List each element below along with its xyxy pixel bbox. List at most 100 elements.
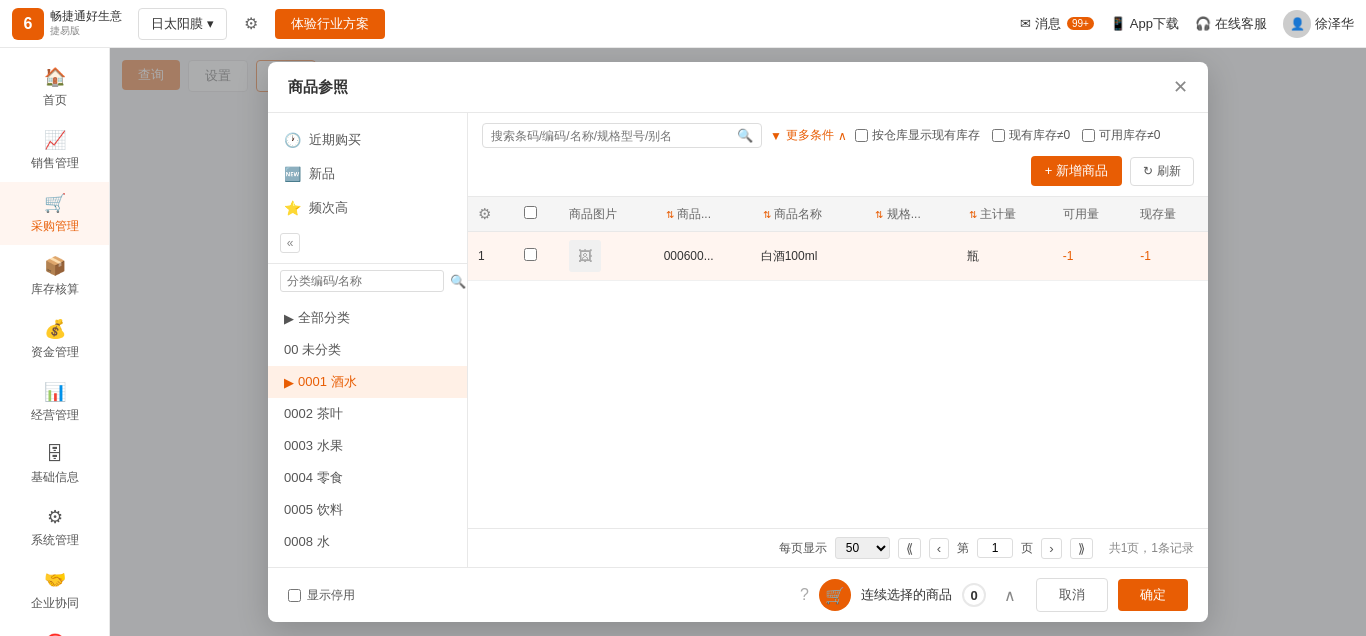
- app-download-label: App下载: [1130, 15, 1179, 33]
- page-last-btn[interactable]: ⟫: [1070, 538, 1093, 559]
- footer-collapse-btn[interactable]: ∧: [996, 581, 1024, 609]
- category-liquor-label: 0001 酒水: [298, 373, 357, 391]
- try-button[interactable]: 体验行业方案: [275, 9, 385, 39]
- category-tea-label: 0002 茶叶: [284, 405, 343, 423]
- page-next-btn[interactable]: ›: [1041, 538, 1061, 559]
- modal-close-icon[interactable]: ✕: [1173, 76, 1188, 98]
- refresh-button[interactable]: ↻ 刷新: [1130, 157, 1194, 186]
- th-spec[interactable]: ⇅ 规格...: [863, 197, 956, 232]
- tab-high-frequency[interactable]: ⭐ 频次高: [268, 191, 467, 225]
- category-search-input[interactable]: [280, 270, 444, 292]
- guide-icon: 🎯: [44, 632, 66, 636]
- sidebar-label-inventory: 库存核算: [31, 281, 79, 298]
- online-service-item[interactable]: 🎧 在线客服: [1195, 15, 1267, 33]
- current-stock-checkbox[interactable]: [992, 129, 1005, 142]
- footer-center: ? 🛒 连续选择的商品 0 ∧: [800, 579, 1024, 611]
- modal-footer: 显示停用 ? 🛒 连续选择的商品 0 ∧ 取消: [268, 567, 1208, 622]
- display-disabled-checkbox[interactable]: [288, 589, 301, 602]
- page-first-btn[interactable]: ⟪: [898, 538, 921, 559]
- modal-overlay: 商品参照 ✕ 🕐 近期购买 🆕: [110, 48, 1366, 636]
- sort-icon-name: ⇅: [763, 209, 771, 220]
- category-snack[interactable]: 0004 零食: [268, 462, 467, 494]
- phone-icon: 📱: [1110, 16, 1126, 31]
- th-code[interactable]: ⇅ 商品...: [654, 197, 751, 232]
- page-prev-btn[interactable]: ‹: [929, 538, 949, 559]
- sidebar-item-finance[interactable]: 💰 资金管理: [0, 308, 109, 371]
- category-all[interactable]: ▶ 全部分类: [268, 302, 467, 334]
- product-search-box: 🔍: [482, 123, 762, 148]
- product-table-area: ⚙ 商品图片: [468, 197, 1208, 528]
- checkbox-current-stock[interactable]: 现有库存≠0: [992, 127, 1070, 144]
- sidebar-item-basic-info[interactable]: 🗄 基础信息: [0, 434, 109, 496]
- column-settings-icon[interactable]: ⚙: [478, 205, 491, 222]
- confirm-button[interactable]: 确定: [1118, 579, 1188, 611]
- tab-freq-label: 频次高: [309, 199, 348, 217]
- category-unclassified[interactable]: 00 未分类: [268, 334, 467, 366]
- filter-button[interactable]: ▼ 更多条件 ∧: [770, 127, 847, 144]
- selection-count: 0: [970, 588, 977, 603]
- th-unit[interactable]: ⇅ 主计量: [957, 197, 1053, 232]
- modal-header: 商品参照 ✕: [268, 62, 1208, 113]
- search-icon[interactable]: 🔍: [450, 274, 466, 289]
- category-liquor[interactable]: ▶ 0001 酒水: [268, 366, 467, 398]
- sidebar-label-finance: 资金管理: [31, 344, 79, 361]
- settings-icon[interactable]: ⚙: [235, 8, 267, 40]
- top-right-area: ✉ 消息 99+ 📱 App下载 🎧 在线客服 👤 徐泽华: [1020, 10, 1354, 38]
- sidebar-item-home[interactable]: 🏠 首页: [0, 56, 109, 119]
- product-search-icon[interactable]: 🔍: [737, 128, 753, 143]
- sidebar-label-sales: 销售管理: [31, 155, 79, 172]
- sidebar-item-enterprise[interactable]: 🤝 企业协同: [0, 559, 109, 622]
- available-stock-checkbox[interactable]: [1082, 129, 1095, 142]
- th-available: 可用量: [1053, 197, 1131, 232]
- th-code-label: 商品...: [677, 207, 711, 221]
- checkbox-available-stock[interactable]: 可用库存≠0: [1082, 127, 1160, 144]
- add-product-button[interactable]: + 新增商品: [1031, 156, 1122, 186]
- tab-new-products[interactable]: 🆕 新品: [268, 157, 467, 191]
- row-checkbox[interactable]: [524, 248, 537, 261]
- category-drink[interactable]: 0005 饮料: [268, 494, 467, 526]
- sidebar-label-operations: 经营管理: [31, 407, 79, 424]
- select-all-checkbox[interactable]: [524, 206, 537, 219]
- category-tea[interactable]: 0002 茶叶: [268, 398, 467, 430]
- cart-icon[interactable]: 🛒: [819, 579, 851, 611]
- sort-icon-unit: ⇅: [969, 209, 977, 220]
- th-name[interactable]: ⇅ 商品名称: [751, 197, 864, 232]
- collapse-left-btn[interactable]: «: [280, 233, 300, 253]
- app-download-item[interactable]: 📱 App下载: [1110, 15, 1179, 33]
- user-profile-item[interactable]: 👤 徐泽华: [1283, 10, 1354, 38]
- category-fruit[interactable]: 0003 水果: [268, 430, 467, 462]
- row-seq: 1: [478, 249, 485, 263]
- tab-recent-purchase[interactable]: 🕐 近期购买: [268, 123, 467, 157]
- sidebar-item-operations[interactable]: 📊 经营管理: [0, 371, 109, 434]
- top-nav: 6 畅捷通好生意 捷易版 日太阳膜 ▾ ⚙ 体验行业方案 ✉ 消息 99+ 📱 …: [0, 0, 1366, 48]
- star-icon: ⭐: [284, 200, 301, 216]
- sidebar-item-system[interactable]: ⚙ 系统管理: [0, 496, 109, 559]
- table-header-row: ⚙ 商品图片: [468, 197, 1208, 232]
- th-available-label: 可用量: [1063, 207, 1099, 221]
- category-water[interactable]: 0008 水: [268, 526, 467, 557]
- sidebar-item-inventory[interactable]: 📦 库存核算: [0, 245, 109, 308]
- product-search-input[interactable]: [491, 129, 731, 143]
- available-stock-label: 可用库存≠0: [1099, 127, 1160, 144]
- td-stock: -1: [1130, 232, 1208, 281]
- warehouse-stock-checkbox[interactable]: [855, 129, 868, 142]
- refresh-icon: ↻: [1143, 164, 1153, 178]
- sort-icon: ⇅: [666, 209, 674, 220]
- page-input[interactable]: [977, 538, 1013, 558]
- sidebar-item-guide[interactable]: 🎯 新手引导: [0, 622, 109, 636]
- branch-dropdown[interactable]: 日太阳膜 ▾: [138, 8, 227, 40]
- main-layout: 🏠 首页 📈 销售管理 🛒 采购管理 📦 库存核算 💰 资金管理 📊 经营管理 …: [0, 48, 1366, 636]
- sidebar-item-purchase[interactable]: 🛒 采购管理: [0, 182, 109, 245]
- td-image: 🖼: [559, 232, 653, 281]
- checkbox-warehouse-stock[interactable]: 按仓库显示现有库存: [855, 127, 980, 144]
- help-icon[interactable]: ?: [800, 586, 809, 604]
- messages-nav-item[interactable]: ✉ 消息 99+: [1020, 15, 1094, 33]
- online-service-label: 在线客服: [1215, 15, 1267, 33]
- page-size-select[interactable]: 50 100: [835, 537, 890, 559]
- category-all-label: 全部分类: [298, 309, 350, 327]
- cancel-button[interactable]: 取消: [1036, 578, 1108, 612]
- table-row[interactable]: 1 🖼 00: [468, 232, 1208, 281]
- sidebar-item-sales[interactable]: 📈 销售管理: [0, 119, 109, 182]
- footer-right: 取消 确定: [1036, 578, 1188, 612]
- category-fruit-label: 0003 水果: [284, 437, 343, 455]
